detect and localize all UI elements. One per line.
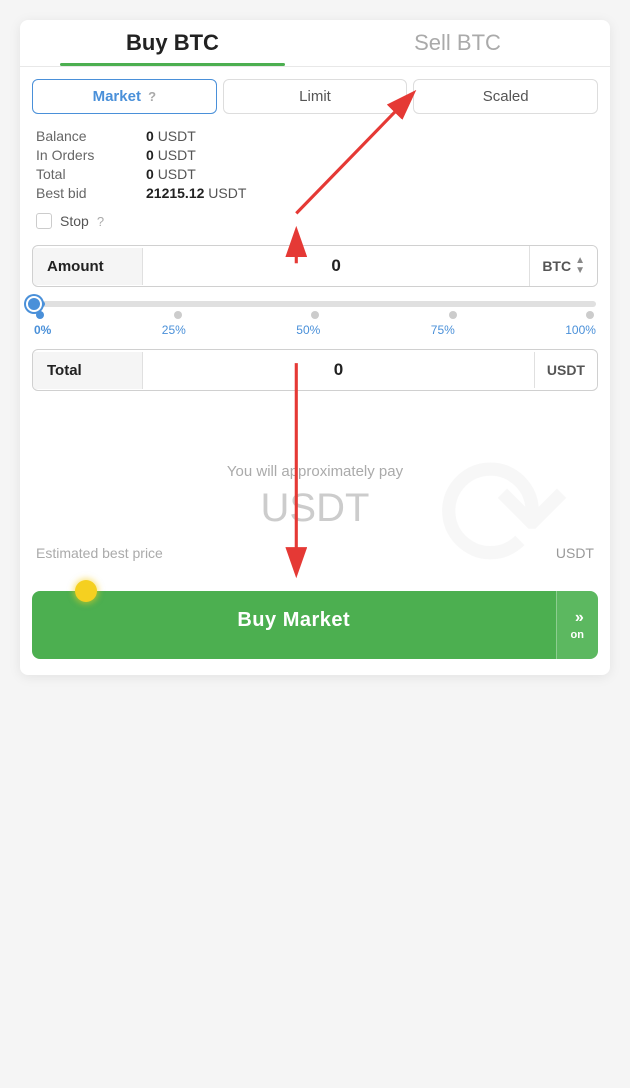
slider-labels: 0% 25% 50% 75% 100%: [34, 323, 596, 337]
balance-info: Balance 0 USDT In Orders 0 USDT Total 0 …: [20, 122, 610, 209]
amount-input[interactable]: [143, 246, 529, 286]
currency-selector[interactable]: ▲▼: [575, 256, 585, 276]
stop-row: Stop ?: [20, 209, 610, 239]
estimated-value: USDT: [556, 545, 594, 561]
balance-label: Balance: [36, 128, 146, 144]
slider-dot-75: [449, 311, 457, 319]
stop-help-icon[interactable]: ?: [97, 214, 104, 229]
payment-currency-display: USDT: [36, 486, 594, 531]
total-label: Total: [33, 352, 143, 389]
tab-scaled[interactable]: Scaled: [413, 79, 598, 114]
balance-value: 0 USDT: [146, 128, 594, 144]
total-balance-value: 0 USDT: [146, 166, 594, 182]
trading-panel: Buy BTC Sell BTC Market ? Limit Scaled B…: [20, 20, 610, 675]
approximate-pay-label: You will approximately pay: [36, 463, 594, 480]
estimated-label: Estimated best price: [36, 545, 163, 561]
slider-dot-0: [36, 311, 44, 319]
slider-container: 0% 25% 50% 75% 100%: [20, 293, 610, 343]
in-orders-value: 0 USDT: [146, 147, 594, 163]
buy-market-button[interactable]: Buy Market: [32, 591, 556, 659]
total-input-group: Total USDT: [32, 349, 598, 391]
total-balance-label: Total: [36, 166, 146, 182]
best-bid-label: Best bid: [36, 185, 146, 201]
slider-track: [34, 301, 596, 307]
amount-currency: BTC ▲▼: [529, 246, 597, 286]
in-orders-label: In Orders: [36, 147, 146, 163]
slider-dot-25: [174, 311, 182, 319]
yellow-dot-decoration: [75, 580, 97, 602]
estimated-row: Estimated best price USDT: [36, 545, 594, 561]
tab-sell[interactable]: Sell BTC: [317, 30, 598, 66]
buy-button-row: Buy Market » on: [32, 591, 598, 659]
market-help-icon[interactable]: ?: [148, 89, 156, 104]
payment-section: You will approximately pay USDT Estimate…: [20, 403, 610, 581]
tab-market[interactable]: Market ?: [32, 79, 217, 114]
amount-input-group: Amount BTC ▲▼: [32, 245, 598, 287]
slider-dots: [34, 311, 596, 319]
side-on-label: on: [571, 629, 584, 641]
slider-label-25[interactable]: 25%: [162, 323, 186, 337]
total-currency: USDT: [534, 352, 597, 388]
order-type-tabs: Market ? Limit Scaled: [20, 67, 610, 122]
slider-label-0[interactable]: 0%: [34, 323, 51, 337]
stop-checkbox[interactable]: [36, 213, 52, 229]
slider-thumb: [26, 296, 42, 312]
best-bid-value: 21215.12 USDT: [146, 185, 594, 201]
buy-button-side[interactable]: » on: [556, 591, 598, 659]
tab-limit[interactable]: Limit: [223, 79, 408, 114]
slider-label-100[interactable]: 100%: [565, 323, 596, 337]
tab-buy[interactable]: Buy BTC: [32, 30, 313, 66]
buy-sell-tabs: Buy BTC Sell BTC: [20, 20, 610, 67]
stop-label: Stop: [60, 213, 89, 229]
slider-label-50[interactable]: 50%: [296, 323, 320, 337]
total-input[interactable]: [143, 350, 534, 390]
slider-dot-100: [586, 311, 594, 319]
chevron-icon: »: [575, 609, 580, 627]
slider-label-75[interactable]: 75%: [431, 323, 455, 337]
amount-label: Amount: [33, 248, 143, 285]
slider-dot-50: [311, 311, 319, 319]
